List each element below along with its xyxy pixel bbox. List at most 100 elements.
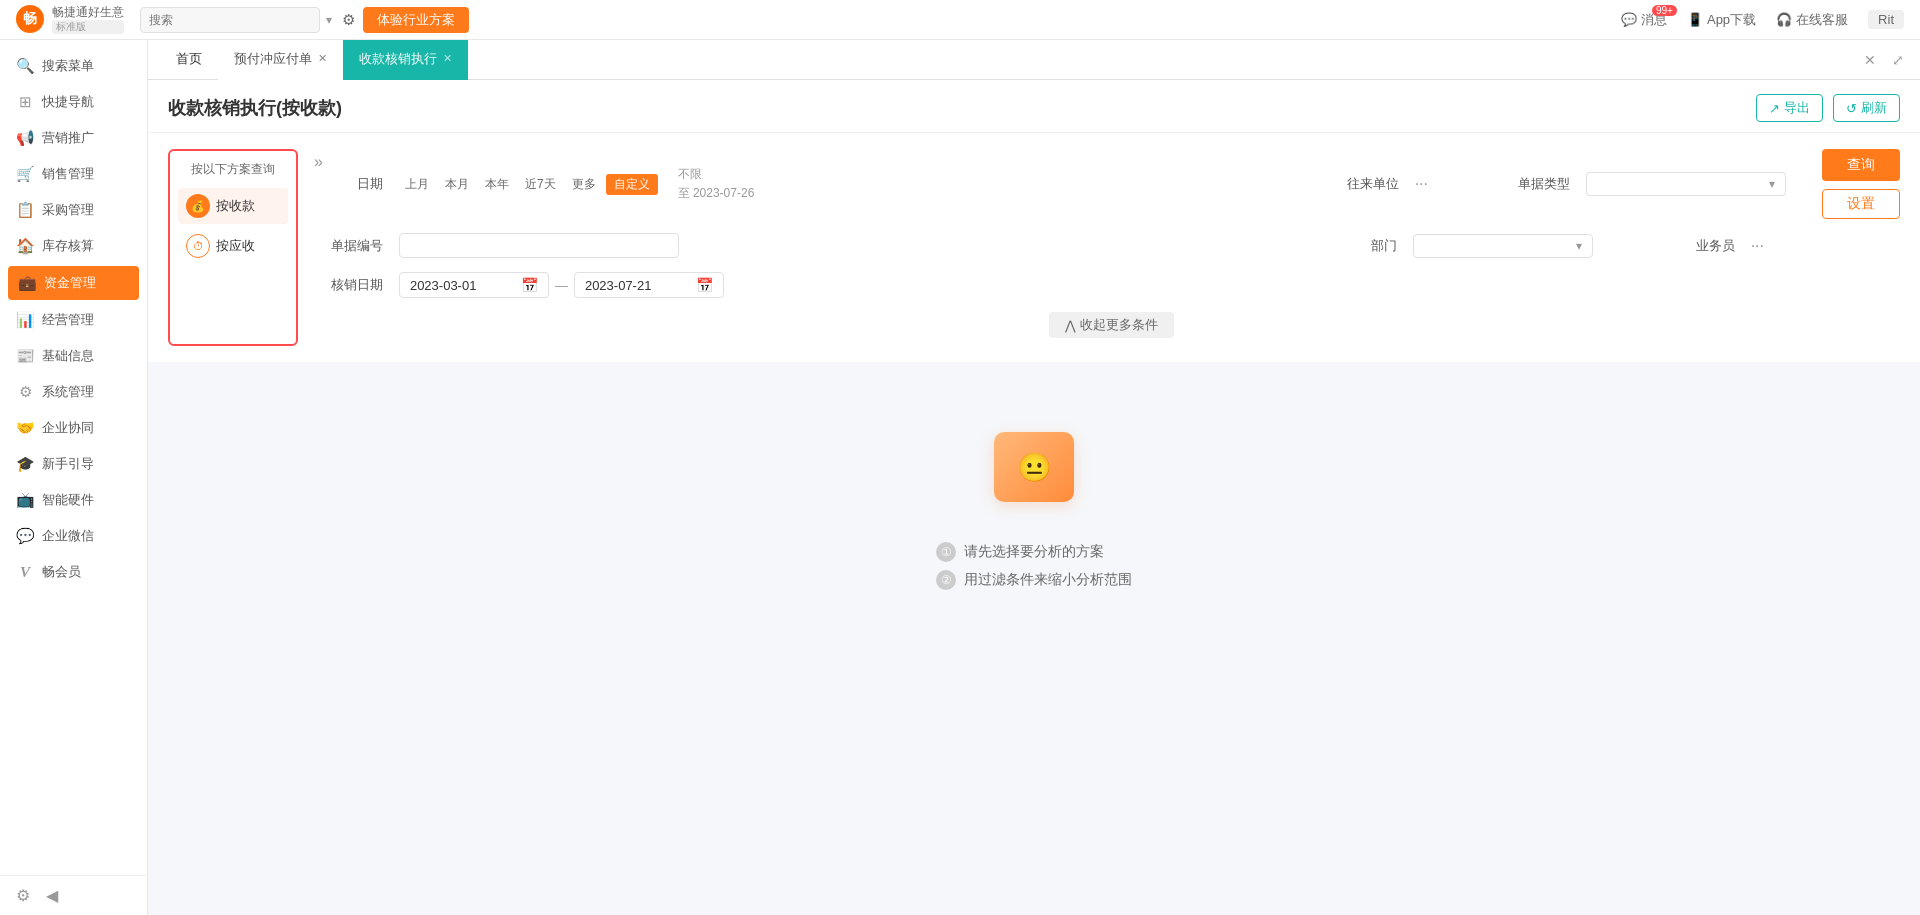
sidebar-label-wechat: 企业微信 xyxy=(42,527,94,545)
sidebar-label-sales: 销售管理 xyxy=(42,165,94,183)
content-area: 首页 预付冲应付单 ✕ 收款核销执行 ✕ ✕ ⤢ 收款核销执行(按收款) xyxy=(148,40,1920,915)
counterparty-label: 往来单位 xyxy=(1329,175,1399,193)
sidebar-item-marketing[interactable]: 📢 营销推广 xyxy=(0,120,147,156)
sidebar-label-inventory: 库存核算 xyxy=(42,237,94,255)
date-btn-last-month[interactable]: 上月 xyxy=(399,174,435,195)
app-download-button[interactable]: 📱 App下载 xyxy=(1687,11,1756,29)
sidebar-item-shortcut[interactable]: ⊞ 快捷导航 xyxy=(0,84,147,120)
app-name: 畅捷通好生意 xyxy=(52,5,124,19)
empty-state: 😐 ① 请先选择要分析的方案 ② 用过滤条件来缩小分析范围 xyxy=(148,362,1920,630)
filter-section: 按以下方案查询 💰 按收款 ⏱ 按应收 » 日期 xyxy=(148,133,1920,362)
voucher-no-label: 单据编号 xyxy=(323,237,383,255)
search-area: ▾ ⚙ xyxy=(140,7,355,33)
logo-area: 畅 畅捷通好生意 标准版 xyxy=(16,5,124,33)
counterparty-input[interactable]: ··· xyxy=(1415,175,1428,193)
sidebar-label-enterprise: 企业协同 xyxy=(42,419,94,437)
writeoff-date-end-input[interactable]: 2023-07-21 📅 xyxy=(574,272,724,298)
hint-num-1: ① xyxy=(936,542,956,562)
settings-icon[interactable]: ⚙ xyxy=(16,886,30,905)
sidebar-item-guide[interactable]: 🎓 新手引导 xyxy=(0,446,147,482)
online-service-button[interactable]: 🎧 在线客服 xyxy=(1776,11,1848,29)
date-btn-this-year[interactable]: 本年 xyxy=(479,174,515,195)
expand-icon[interactable]: ⤢ xyxy=(1888,48,1908,72)
collapse-sidebar-icon[interactable]: ◀ xyxy=(46,886,58,905)
sidebar-item-inventory[interactable]: 🏠 库存核算 xyxy=(0,228,147,264)
sidebar-item-enterprise[interactable]: 🤝 企业协同 xyxy=(0,410,147,446)
sidebar-item-business[interactable]: 📊 经营管理 xyxy=(0,302,147,338)
hint-text-1: 请先选择要分析的方案 xyxy=(964,543,1104,561)
main-layout: 🔍 搜索菜单 ⊞ 快捷导航 📢 营销推广 🛒 销售管理 📋 采购管理 🏠 xyxy=(0,40,1920,915)
sidebar-label-business: 经营管理 xyxy=(42,311,94,329)
panel-collapse-icon[interactable]: » xyxy=(314,153,323,171)
query-type-receipt-label: 按收款 xyxy=(216,197,255,215)
calendar-end-icon: 📅 xyxy=(696,277,713,293)
dept-arrow-icon: ▾ xyxy=(1576,239,1582,253)
date-btn-more[interactable]: 更多 xyxy=(566,174,602,195)
sidebar-label-finance: 资金管理 xyxy=(44,274,96,292)
message-icon: 💬 xyxy=(1621,12,1637,27)
setting-button[interactable]: 设置 xyxy=(1822,189,1900,219)
voucher-type-select[interactable]: ▾ xyxy=(1586,172,1786,196)
filter-row-2: 单据编号 部门 ▾ 业务员 ··· xyxy=(323,233,1900,258)
date-btn-custom[interactable]: 自定义 xyxy=(606,174,658,195)
voucher-no-input[interactable] xyxy=(399,233,679,258)
sidebar-item-basic[interactable]: 📰 基础信息 xyxy=(0,338,147,374)
search-input[interactable] xyxy=(140,7,320,33)
query-button[interactable]: 查询 xyxy=(1822,149,1900,181)
export-button[interactable]: ↗ 导出 xyxy=(1756,94,1823,122)
date-label: 日期 xyxy=(323,175,383,193)
tab-collection[interactable]: 收款核销执行 ✕ xyxy=(343,40,468,80)
tab-prepay-close[interactable]: ✕ xyxy=(318,52,327,65)
sidebar: 🔍 搜索菜单 ⊞ 快捷导航 📢 营销推广 🛒 销售管理 📋 采购管理 🏠 xyxy=(0,40,148,915)
staff-label: 业务员 xyxy=(1665,237,1735,255)
filter-row-3: 核销日期 2023-03-01 📅 — 2023-07-21 📅 xyxy=(323,272,1900,298)
writeoff-date-range: 2023-03-01 📅 — 2023-07-21 📅 xyxy=(399,272,724,298)
sidebar-label-marketing: 营销推广 xyxy=(42,129,94,147)
query-type-receipt[interactable]: 💰 按收款 xyxy=(178,188,288,224)
inventory-icon: 🏠 xyxy=(16,237,34,255)
sidebar-label-hardware: 智能硬件 xyxy=(42,491,94,509)
scheme-button[interactable]: 体验行业方案 xyxy=(363,7,469,33)
date-btn-this-month[interactable]: 本月 xyxy=(439,174,475,195)
sidebar-bottom: ⚙ ◀ xyxy=(0,875,147,915)
sidebar-item-system[interactable]: ⚙ 系统管理 xyxy=(0,374,147,410)
date-btn-7days[interactable]: 近7天 xyxy=(519,174,562,195)
query-type-receivable-label: 按应收 xyxy=(216,237,255,255)
message-button[interactable]: 💬 消息 99+ xyxy=(1621,11,1667,29)
refresh-button[interactable]: ↺ 刷新 xyxy=(1833,94,1900,122)
finance-icon: 💼 xyxy=(18,274,36,292)
dept-select[interactable]: ▾ xyxy=(1413,234,1593,258)
sidebar-item-search[interactable]: 🔍 搜索菜单 xyxy=(0,48,147,84)
tab-collection-close[interactable]: ✕ xyxy=(443,52,452,65)
tab-bar: 首页 预付冲应付单 ✕ 收款核销执行 ✕ ✕ ⤢ xyxy=(148,40,1920,80)
writeoff-date-start-input[interactable]: 2023-03-01 📅 xyxy=(399,272,549,298)
service-icon: 🎧 xyxy=(1776,12,1792,27)
query-type-panel: 按以下方案查询 💰 按收款 ⏱ 按应收 xyxy=(168,149,298,346)
empty-face-icon: 😐 xyxy=(1017,451,1052,484)
tab-home[interactable]: 首页 xyxy=(160,40,218,80)
sidebar-item-hardware[interactable]: 📺 智能硬件 xyxy=(0,482,147,518)
tab-home-label: 首页 xyxy=(176,50,202,68)
filter-row-1: 日期 上月 本月 本年 近7天 更多 自定义 不限 至 2023-07-26 xyxy=(323,149,1900,219)
sidebar-item-purchase[interactable]: 📋 采购管理 xyxy=(0,192,147,228)
sidebar-item-wechat[interactable]: 💬 企业微信 xyxy=(0,518,147,554)
sidebar-nav: 🔍 搜索菜单 ⊞ 快捷导航 📢 营销推广 🛒 销售管理 📋 采购管理 🏠 xyxy=(0,40,147,875)
close-tab-icon[interactable]: ✕ xyxy=(1860,48,1880,72)
app-logo: 畅 xyxy=(16,5,44,33)
query-type-receivable[interactable]: ⏱ 按应收 xyxy=(178,228,288,264)
sidebar-item-sales[interactable]: 🛒 销售管理 xyxy=(0,156,147,192)
sidebar-item-member[interactable]: V 畅会员 xyxy=(0,554,147,590)
sidebar-label-search: 搜索菜单 xyxy=(42,57,94,75)
writeoff-start-value: 2023-03-01 xyxy=(410,278,517,293)
voucher-type-label: 单据类型 xyxy=(1500,175,1570,193)
empty-hint-2: ② 用过滤条件来缩小分析范围 xyxy=(936,570,1132,590)
empty-box: 😐 xyxy=(994,432,1074,502)
empty-hint-1: ① 请先选择要分析的方案 xyxy=(936,542,1132,562)
chevron-down-icon[interactable]: ▾ xyxy=(326,13,332,27)
sidebar-item-finance[interactable]: 💼 资金管理 xyxy=(8,266,139,300)
staff-input[interactable]: ··· xyxy=(1751,237,1764,255)
user-avatar[interactable]: Rit xyxy=(1868,10,1904,29)
tab-prepay[interactable]: 预付冲应付单 ✕ xyxy=(218,40,343,80)
gear-icon[interactable]: ⚙ xyxy=(342,11,355,29)
collapse-more-button[interactable]: ⋀ 收起更多条件 xyxy=(1049,312,1174,338)
